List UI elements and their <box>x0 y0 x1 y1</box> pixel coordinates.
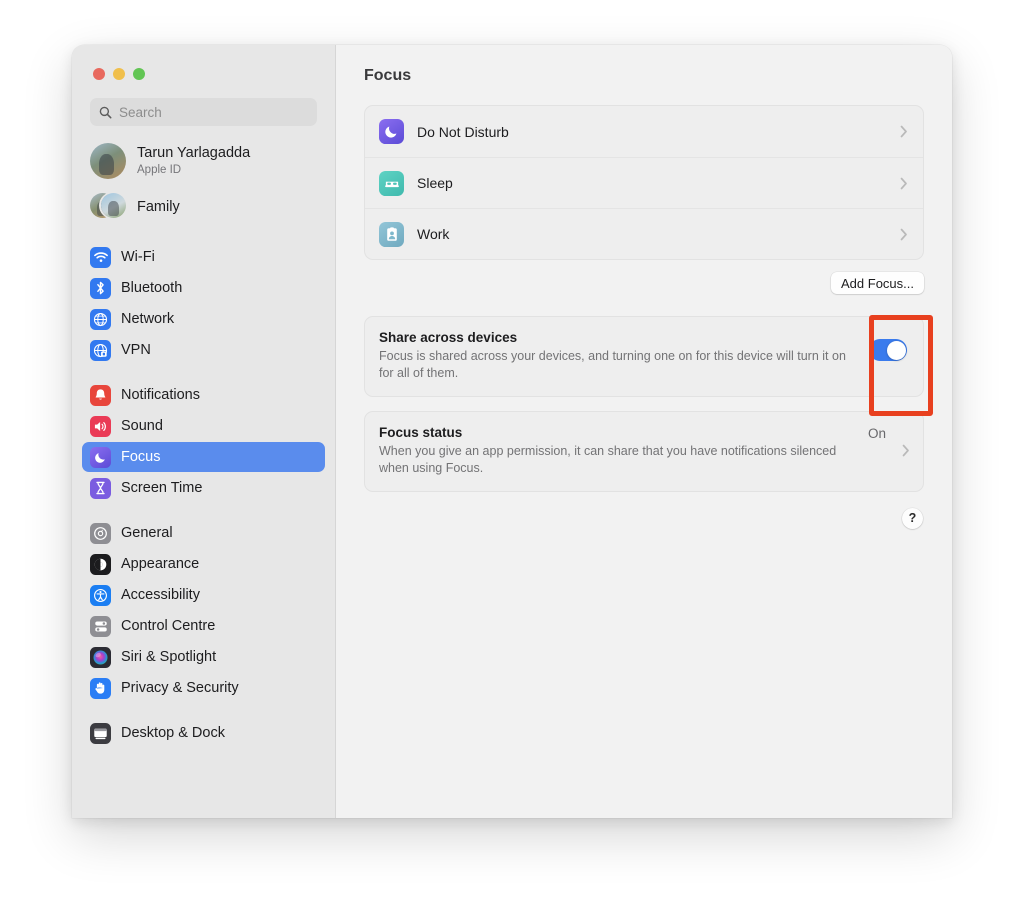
sidebar-item-control-centre[interactable]: Control Centre <box>82 611 325 641</box>
sidebar-item-general[interactable]: General <box>82 518 325 548</box>
traffic-lights <box>72 45 335 80</box>
family-label: Family <box>137 198 180 215</box>
sidebar-item-screen-time[interactable]: Screen Time <box>82 473 325 503</box>
share-across-devices-card: Share across devices Focus is shared acr… <box>364 316 924 397</box>
sidebar-item-label: Siri & Spotlight <box>121 649 217 665</box>
share-across-devices-title: Share across devices <box>379 330 518 345</box>
search-container <box>72 80 335 126</box>
control-centre-icon <box>90 615 111 637</box>
sidebar-item-network[interactable]: Network <box>82 304 325 334</box>
share-across-devices-description: Focus is shared across your devices, and… <box>379 349 846 380</box>
add-focus-container: Add Focus... <box>364 272 924 294</box>
hand-icon <box>90 677 111 699</box>
sidebar: Tarun Yarlagadda Apple ID Family <box>72 45 336 818</box>
focus-mode-row[interactable]: Work <box>365 208 923 259</box>
close-button[interactable] <box>93 68 105 80</box>
desktop-dock-icon <box>90 722 111 744</box>
sidebar-item-wifi[interactable]: Wi-Fi <box>82 242 325 272</box>
sidebar-item-label: Network <box>121 311 175 327</box>
sidebar-item-appearance[interactable]: Appearance <box>82 549 325 579</box>
focus-status-value: On <box>867 425 886 441</box>
wifi-icon <box>90 246 111 268</box>
focus-modes-card: Do Not Disturb Sleep Work <box>364 105 924 260</box>
add-focus-button[interactable]: Add Focus... <box>831 272 924 294</box>
chevron-right-icon <box>900 228 908 241</box>
sidebar-item-label: Notifications <box>121 387 200 403</box>
sidebar-item-label: Privacy & Security <box>121 680 239 696</box>
sidebar-item-sound[interactable]: Sound <box>82 411 325 441</box>
sidebar-item-apple-id[interactable]: Tarun Yarlagadda Apple ID <box>82 136 325 186</box>
sidebar-item-vpn[interactable]: VPN <box>82 335 325 365</box>
sidebar-item-label: General <box>121 525 173 541</box>
sidebar-item-label: Bluetooth <box>121 280 183 296</box>
chevron-right-icon <box>900 125 908 138</box>
search-icon <box>99 106 112 119</box>
sidebar-item-label: Focus <box>121 449 161 465</box>
sidebar-item-focus[interactable]: Focus <box>82 442 325 472</box>
moon-icon <box>379 119 404 144</box>
search-box[interactable] <box>90 98 317 126</box>
sidebar-scroll-area[interactable]: Tarun Yarlagadda Apple ID Family Wi-Fi B… <box>72 126 335 803</box>
help-button[interactable]: ? <box>902 507 923 529</box>
sidebar-item-label: Sound <box>121 418 163 434</box>
sidebar-item-label: Screen Time <box>121 480 203 496</box>
chevron-right-icon <box>902 444 910 457</box>
system-settings-window: Tarun Yarlagadda Apple ID Family <box>72 45 952 818</box>
minimize-button[interactable] <box>113 68 125 80</box>
hourglass-icon <box>90 477 111 499</box>
page-title: Focus <box>364 67 412 84</box>
focus-mode-label: Work <box>417 226 450 242</box>
chevron-right-icon <box>900 177 908 190</box>
gear-icon <box>90 522 111 544</box>
sidebar-item-label: Desktop & Dock <box>121 725 225 741</box>
sidebar-item-accessibility[interactable]: Accessibility <box>82 580 325 610</box>
focus-mode-row[interactable]: Do Not Disturb <box>365 106 923 157</box>
maximize-button[interactable] <box>133 68 145 80</box>
focus-status-description: When you give an app permission, it can … <box>379 443 837 475</box>
sidebar-item-label: Appearance <box>121 556 200 572</box>
focus-mode-label: Do Not Disturb <box>417 123 509 140</box>
sidebar-item-privacy-security[interactable]: Privacy & Security <box>82 673 325 703</box>
sidebar-item-label: Control Centre <box>121 618 216 634</box>
sidebar-item-siri-spotlight[interactable]: Siri & Spotlight <box>82 642 325 672</box>
id-badge-icon <box>379 221 404 247</box>
share-across-devices-toggle[interactable] <box>869 339 907 361</box>
accessibility-icon <box>90 584 111 606</box>
sidebar-item-label: Wi-Fi <box>121 249 155 265</box>
sidebar-item-label: Accessibility <box>121 587 200 603</box>
focus-status-title: Focus status <box>379 424 463 440</box>
sidebar-item-label: VPN <box>121 342 151 358</box>
search-input[interactable] <box>119 104 308 120</box>
vpn-globe-icon <box>90 339 111 361</box>
bluetooth-icon <box>90 277 111 299</box>
moon-icon <box>90 446 111 468</box>
appearance-icon <box>90 553 111 575</box>
bell-icon <box>90 384 111 406</box>
siri-icon <box>90 646 111 668</box>
bed-icon <box>379 170 404 196</box>
focus-mode-row[interactable]: Sleep <box>365 157 923 208</box>
avatar <box>90 143 126 179</box>
help-container: ? <box>364 507 924 529</box>
focus-mode-label: Sleep <box>417 175 453 191</box>
sidebar-item-notifications[interactable]: Notifications <box>82 380 325 410</box>
content-area: Focus Do Not Disturb Sleep Work Add Focu… <box>336 45 952 818</box>
globe-icon <box>90 308 111 330</box>
toggle-knob <box>886 340 906 360</box>
family-avatars <box>90 193 126 221</box>
account-name: Tarun Yarlagadda <box>137 145 251 162</box>
focus-status-card[interactable]: Focus status When you give an app permis… <box>364 410 924 492</box>
account-subtitle: Apple ID <box>137 163 182 176</box>
sidebar-item-bluetooth[interactable]: Bluetooth <box>82 273 325 303</box>
sidebar-item-desktop-dock[interactable]: Desktop & Dock <box>82 718 325 748</box>
sidebar-item-family[interactable]: Family <box>82 186 325 228</box>
speaker-icon <box>90 415 111 437</box>
